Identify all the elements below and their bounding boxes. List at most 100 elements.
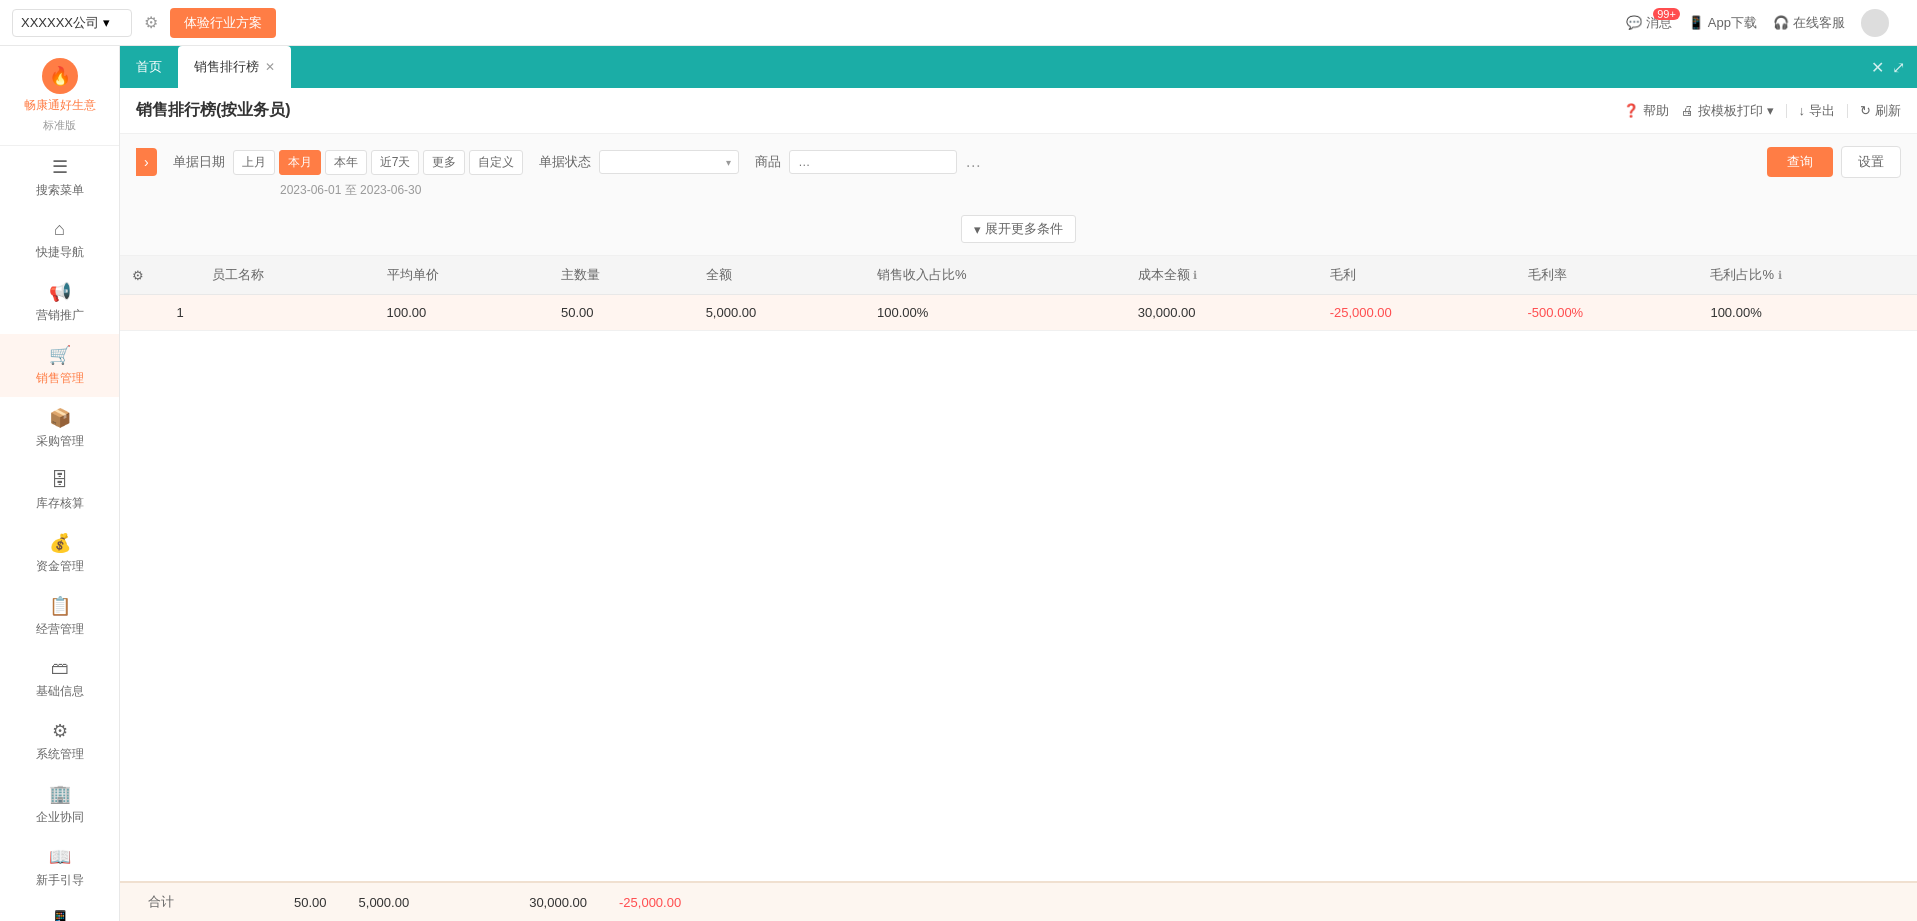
goods-filter-label: 商品 xyxy=(755,153,781,171)
date-tab-last-7-days[interactable]: 近7天 xyxy=(371,150,420,175)
operation-icon: 📋 xyxy=(49,595,71,617)
tab-close-icon[interactable]: ✕ xyxy=(265,60,275,74)
col-employee: 员工名称 xyxy=(200,256,375,295)
purchase-icon: 📦 xyxy=(49,407,71,429)
sidebar-label-inventory: 库存核算 xyxy=(36,495,84,512)
sidebar-item-system[interactable]: ⚙ 系统管理 xyxy=(0,710,119,773)
row-rank: 1 xyxy=(160,295,200,331)
more-options-icon[interactable]: … xyxy=(965,153,981,171)
tab-right-actions: ✕ ⤢ xyxy=(1871,58,1917,77)
sidebar-item-marketing[interactable]: 📢 营销推广 xyxy=(0,271,119,334)
tab-home[interactable]: 首页 xyxy=(120,46,178,88)
filter-settings-button[interactable]: 设置 xyxy=(1841,146,1901,178)
goods-input[interactable] xyxy=(789,150,957,174)
refresh-button[interactable]: ↻ 刷新 xyxy=(1860,102,1901,120)
date-filter-label: 单据日期 xyxy=(173,153,225,171)
sidebar-item-basic-info[interactable]: 🗃 基础信息 xyxy=(0,648,119,710)
enterprise-icon: 🏢 xyxy=(49,783,71,805)
sidebar-item-guide[interactable]: 📖 新手引导 xyxy=(0,836,119,899)
row-settings xyxy=(120,295,160,331)
sidebar-item-search[interactable]: ☰ 搜索菜单 xyxy=(0,146,119,209)
date-tab-custom[interactable]: 自定义 xyxy=(469,150,523,175)
footer-gross: -25,000.00 xyxy=(607,895,693,910)
sidebar-label-enterprise: 企业协同 xyxy=(36,809,84,826)
finance-icon: 💰 xyxy=(49,532,71,554)
col-gross: 毛利 xyxy=(1318,256,1516,295)
row-cost: 30,000.00 xyxy=(1126,295,1318,331)
refresh-icon: ↻ xyxy=(1860,103,1871,118)
home-icon: ⌂ xyxy=(54,219,65,240)
help-button[interactable]: ❓ 帮助 xyxy=(1623,102,1669,120)
avatar[interactable] xyxy=(1861,9,1889,37)
message-button[interactable]: 💬 消息 99+ xyxy=(1626,14,1672,32)
export-button[interactable]: ↓ 导出 xyxy=(1799,102,1836,120)
tab-home-label: 首页 xyxy=(136,58,162,76)
footer-label: 合计 xyxy=(136,893,186,911)
col-cost: 成本全额 ℹ xyxy=(1126,256,1318,295)
sidebar: 🔥 畅康通好生意 标准版 ☰ 搜索菜单 ⌂ 快捷导航 📢 营销推广 🛒 销售管理… xyxy=(0,46,120,921)
table-header-row: ⚙ 员工名称 平均单价 主数量 全额 销售收入占比% 成本全额 ℹ 毛利 毛利率 xyxy=(120,256,1917,295)
sidebar-label-quick-nav: 快捷导航 xyxy=(36,244,84,261)
content-area: 首页 销售排行榜 ✕ ✕ ⤢ 销售排行榜(按业务员) ❓ 帮助 xyxy=(120,46,1917,921)
print-icon: 🖨 xyxy=(1681,103,1694,118)
status-filter-label: 单据状态 xyxy=(539,153,591,171)
online-service-button[interactable]: 🎧 在线客服 xyxy=(1773,14,1845,32)
col-settings[interactable]: ⚙ xyxy=(120,256,160,295)
app-download-button[interactable]: 📱 App下载 xyxy=(1688,14,1757,32)
tab-sales-ranking-label: 销售排行榜 xyxy=(194,58,259,76)
sidebar-item-inventory[interactable]: 🗄 库存核算 xyxy=(0,460,119,522)
logo-sub: 标准版 xyxy=(43,118,76,133)
row-employee xyxy=(200,295,375,331)
guide-icon: 📖 xyxy=(49,846,71,868)
trial-button[interactable]: 体验行业方案 xyxy=(170,8,276,38)
basic-info-icon: 🗃 xyxy=(51,658,69,679)
sidebar-item-finance[interactable]: 💰 资金管理 xyxy=(0,522,119,585)
chevron-down-icon: ▾ xyxy=(974,222,981,237)
expand-more-button[interactable]: ▾ 展开更多条件 xyxy=(961,215,1076,243)
main-layout: 🔥 畅康通好生意 标准版 ☰ 搜索菜单 ⌂ 快捷导航 📢 营销推广 🛒 销售管理… xyxy=(0,46,1917,921)
export-icon: ↓ xyxy=(1799,103,1806,118)
date-tab-prev-month[interactable]: 上月 xyxy=(233,150,275,175)
date-tabs: 上月 本月 本年 近7天 更多 自定义 xyxy=(233,150,524,175)
chevron-down-icon: ▾ xyxy=(103,15,110,30)
sidebar-item-quick-nav[interactable]: ⌂ 快捷导航 xyxy=(0,209,119,271)
query-button[interactable]: 查询 xyxy=(1767,147,1833,177)
footer-amount: 5,000.00 xyxy=(347,895,422,910)
sidebar-item-sales[interactable]: 🛒 销售管理 xyxy=(0,334,119,397)
col-amount: 全额 xyxy=(694,256,865,295)
row-avg-price: 100.00 xyxy=(375,295,550,331)
sidebar-label-sales: 销售管理 xyxy=(36,370,84,387)
row-gross-pct: 100.00% xyxy=(1698,295,1917,331)
forward-button[interactable]: › xyxy=(136,148,157,176)
footer-cost: 30,000.00 xyxy=(517,895,599,910)
sidebar-item-operation[interactable]: 📋 经营管理 xyxy=(0,585,119,648)
status-select[interactable] xyxy=(599,150,739,174)
tab-close-all-icon[interactable]: ✕ xyxy=(1871,58,1884,77)
row-qty: 50.00 xyxy=(549,295,694,331)
marketing-icon: 📢 xyxy=(49,281,71,303)
message-icon: 💬 xyxy=(1626,15,1642,30)
tab-expand-icon[interactable]: ⤢ xyxy=(1892,58,1905,77)
print-button[interactable]: 🖨 按模板打印 ▾ xyxy=(1681,102,1774,120)
date-tab-this-year[interactable]: 本年 xyxy=(325,150,367,175)
sidebar-logo: 🔥 畅康通好生意 标准版 xyxy=(0,46,119,146)
page-content: 销售排行榜(按业务员) ❓ 帮助 🖨 按模板打印 ▾ ↓ 导出 xyxy=(120,88,1917,921)
date-tab-more[interactable]: 更多 xyxy=(423,150,465,175)
sidebar-item-apps[interactable]: 📱 应用中心 xyxy=(0,899,119,921)
col-gross-rate: 毛利率 xyxy=(1516,256,1699,295)
gross-pct-info-icon[interactable]: ℹ xyxy=(1778,269,1782,281)
date-range-display: 2023-06-01 至 2023-06-30 xyxy=(280,183,421,197)
settings-icon[interactable]: ⚙ xyxy=(140,9,162,36)
expand-more-label: 展开更多条件 xyxy=(985,220,1063,238)
row-amount: 5,000.00 xyxy=(694,295,865,331)
cost-info-icon[interactable]: ℹ xyxy=(1193,269,1197,281)
sidebar-item-enterprise[interactable]: 🏢 企业协同 xyxy=(0,773,119,836)
sidebar-item-purchase[interactable]: 📦 采购管理 xyxy=(0,397,119,460)
footer-totals: 合计 50.00 5,000.00 30,000.00 -25,000.00 xyxy=(120,881,1917,921)
data-table: ⚙ 员工名称 平均单价 主数量 全额 销售收入占比% 成本全额 ℹ 毛利 毛利率 xyxy=(120,256,1917,331)
print-arrow-icon: ▾ xyxy=(1767,103,1774,118)
tab-sales-ranking[interactable]: 销售排行榜 ✕ xyxy=(178,46,291,88)
company-selector[interactable]: XXXXXX公司 ▾ xyxy=(12,9,132,37)
date-tab-this-month[interactable]: 本月 xyxy=(279,150,321,175)
sales-icon: 🛒 xyxy=(49,344,71,366)
